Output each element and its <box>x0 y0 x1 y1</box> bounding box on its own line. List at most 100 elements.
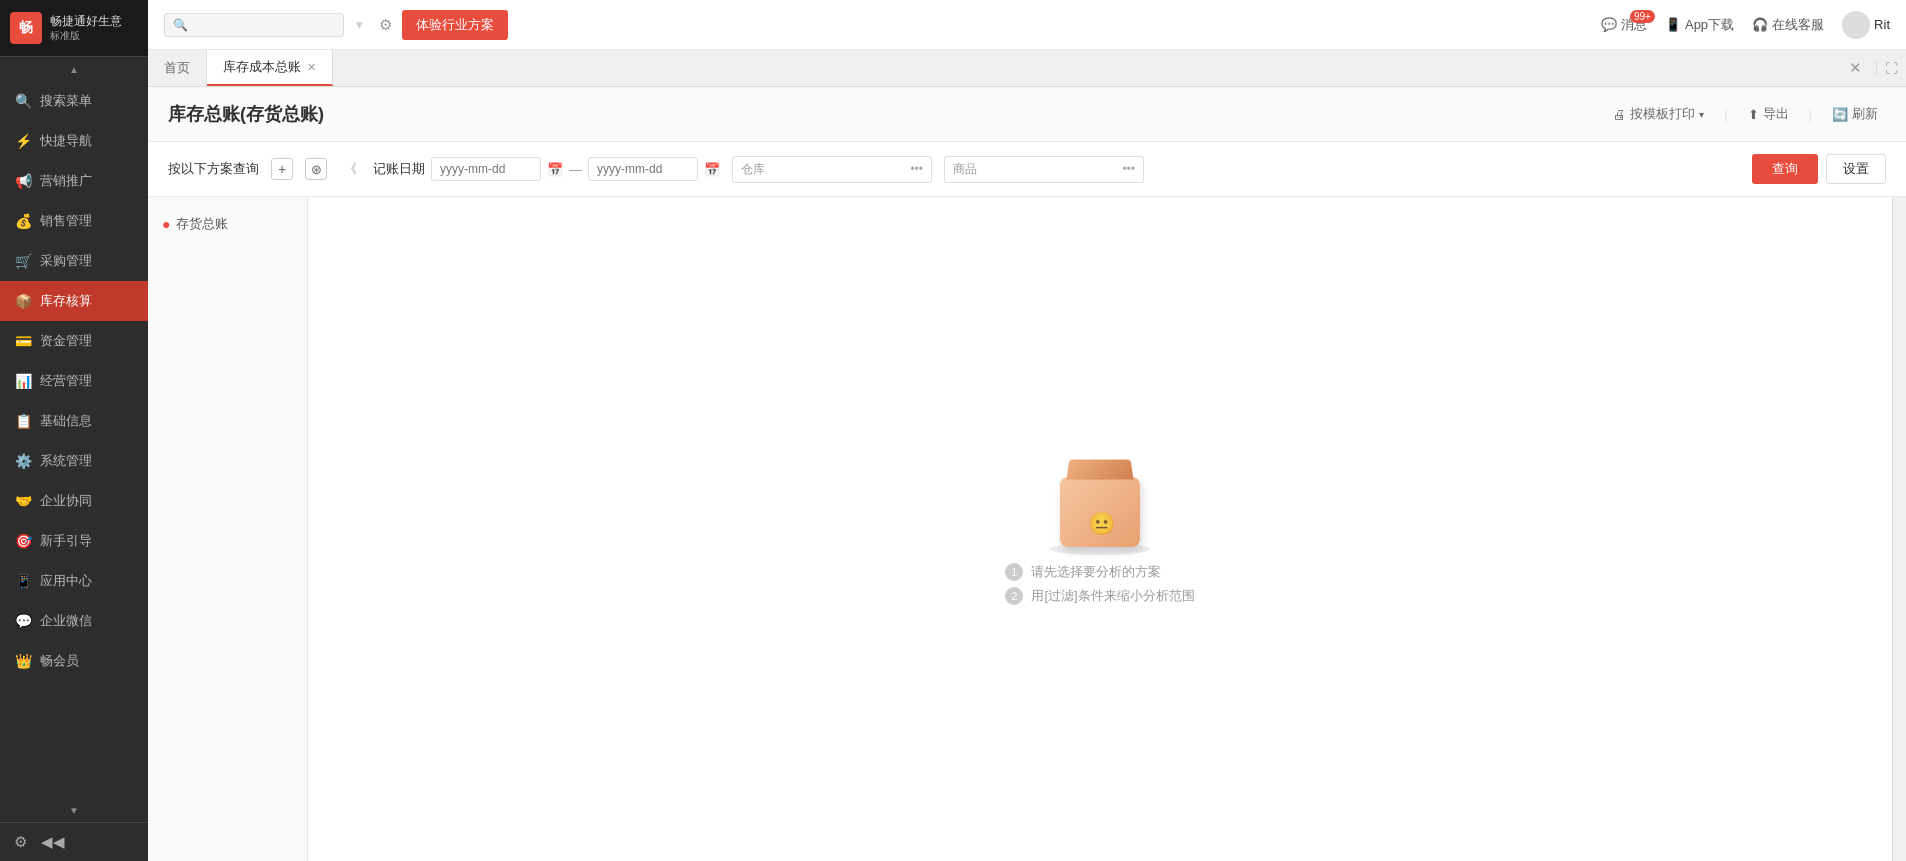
calendar-start-icon[interactable]: 📅 <box>547 162 563 177</box>
date-start-input[interactable] <box>431 157 541 181</box>
sidebar-item-quick-nav[interactable]: ⚡ 快捷导航 <box>0 121 148 161</box>
app-logo-icon: 畅 <box>10 12 42 44</box>
date-end-input[interactable] <box>588 157 698 181</box>
warehouse-select[interactable]: 仓库 ••• <box>732 156 932 183</box>
page-actions: 🖨 按模板打印 ▾ | ⬆ 导出 | 🔄 刷新 <box>1605 101 1886 127</box>
online-support-button[interactable]: 🎧 在线客服 <box>1752 16 1824 34</box>
headset-icon: 🎧 <box>1752 17 1768 32</box>
sidebar-item-enterprise[interactable]: 🤝 企业协同 <box>0 481 148 521</box>
filter-collapse-button[interactable]: 《 <box>339 158 361 180</box>
filter-date-range: 记账日期 📅 — 📅 <box>373 157 720 181</box>
settings-footer-icon[interactable]: ⚙ <box>14 833 27 851</box>
username-label: Rit <box>1874 17 1890 32</box>
app-logo-text: 畅捷通好生意 标准版 <box>50 14 122 43</box>
export-button[interactable]: ⬆ 导出 <box>1740 101 1797 127</box>
content-area: 😐 1 请先选择要分析的方案 2 用[过滤]条件来缩小分析范围 <box>308 197 1892 861</box>
panel-close-icon[interactable]: ✕ <box>1835 59 1876 77</box>
sidebar-scroll-down[interactable]: ▼ <box>0 798 148 822</box>
sidebar-scroll-up[interactable]: ▲ <box>0 57 148 81</box>
capital-icon: 💳 <box>14 333 32 349</box>
warehouse-label: 仓库 <box>741 161 904 178</box>
beginner-icon: 🎯 <box>14 533 32 549</box>
edition-label: 标准版 <box>50 29 122 42</box>
sidebar-nav: 🔍 搜索菜单 ⚡ 快捷导航 📢 营销推广 💰 销售管理 🛒 采购管理 📦 库存核… <box>0 81 148 798</box>
tab-home[interactable]: 首页 <box>148 51 207 85</box>
sidebar-item-system[interactable]: ⚙️ 系统管理 <box>0 441 148 481</box>
vip-icon: 👑 <box>14 653 32 669</box>
user-avatar-area[interactable]: Rit <box>1842 11 1890 39</box>
app-center-icon: 📱 <box>14 573 32 589</box>
query-button[interactable]: 查询 <box>1752 154 1818 184</box>
date-separator: — <box>569 162 582 177</box>
collapse-footer-icon[interactable]: ◀◀ <box>41 833 65 851</box>
calendar-end-icon[interactable]: 📅 <box>704 162 720 177</box>
empty-hint-2: 2 用[过滤]条件来缩小分析范围 <box>1005 587 1194 605</box>
purchase-icon: 🛒 <box>14 253 32 269</box>
right-scrollbar[interactable] <box>1892 197 1906 861</box>
topbar-right: 💬 消息 99+ 📱 App下载 🎧 在线客服 Rit <box>1601 11 1890 39</box>
filter-label: 按以下方案查询 <box>168 160 259 178</box>
filter-area: 按以下方案查询 + ⊛ 《 记账日期 📅 — 📅 仓库 ••• 商品 ••• <box>148 142 1906 197</box>
date-label: 记账日期 <box>373 160 425 178</box>
filter-add-button[interactable]: + <box>271 158 293 180</box>
sidebar-item-marketing[interactable]: 📢 营销推广 <box>0 161 148 201</box>
app-download-button[interactable]: 📱 App下载 <box>1665 16 1734 34</box>
tab-close-icon[interactable]: ✕ <box>307 61 316 74</box>
main-content: 🔍 ▾ ⚙ 体验行业方案 💬 消息 99+ 📱 App下载 🎧 在线客服 Rit <box>148 0 1906 861</box>
empty-state: 😐 1 请先选择要分析的方案 2 用[过滤]条件来缩小分析范围 <box>1005 447 1194 611</box>
topbar-gear-icon[interactable]: ⚙ <box>379 16 392 34</box>
industry-solution-button[interactable]: 体验行业方案 <box>402 10 508 40</box>
sidebar-item-purchase[interactable]: 🛒 采购管理 <box>0 241 148 281</box>
sidebar-item-operations[interactable]: 📊 经营管理 <box>0 361 148 401</box>
scheme-icon: ● <box>162 216 170 232</box>
sidebar: 畅 畅捷通好生意 标准版 ▲ 🔍 搜索菜单 ⚡ 快捷导航 📢 营销推广 💰 销售… <box>0 0 148 861</box>
page-header: 库存总账(存货总账) 🖨 按模板打印 ▾ | ⬆ 导出 | 🔄 刷新 <box>148 87 1906 142</box>
operations-icon: 📊 <box>14 373 32 389</box>
enterprise-icon: 🤝 <box>14 493 32 509</box>
sidebar-item-inventory[interactable]: 📦 库存核算 <box>0 281 148 321</box>
messages-badge: 99+ <box>1630 10 1655 23</box>
search-icon: 🔍 <box>14 93 32 109</box>
basic-info-icon: 📋 <box>14 413 32 429</box>
product-label: 商品 <box>953 161 1116 178</box>
sidebar-item-app-center[interactable]: 📱 应用中心 <box>0 561 148 601</box>
marketing-icon: 📢 <box>14 173 32 189</box>
brand-name: 畅捷通好生意 <box>50 14 122 30</box>
empty-text: 1 请先选择要分析的方案 2 用[过滤]条件来缩小分析范围 <box>1005 563 1194 611</box>
scheme-panel: ● 存货总账 😐 1 请先选择要分析的方案 <box>148 197 1906 861</box>
print-icon: 🖨 <box>1613 107 1626 122</box>
refresh-button[interactable]: 🔄 刷新 <box>1824 101 1886 127</box>
expand-icon[interactable]: ⛶ <box>1876 61 1906 76</box>
inventory-icon: 📦 <box>14 293 32 309</box>
page-title: 库存总账(存货总账) <box>168 102 324 126</box>
print-template-button[interactable]: 🖨 按模板打印 ▾ <box>1605 101 1712 127</box>
filter-scheme-button[interactable]: ⊛ <box>305 158 327 180</box>
topbar-search-area[interactable]: 🔍 <box>164 13 344 37</box>
quick-nav-icon: ⚡ <box>14 133 32 149</box>
avatar <box>1842 11 1870 39</box>
sidebar-item-search[interactable]: 🔍 搜索菜单 <box>0 81 148 121</box>
sidebar-item-capital[interactable]: 💳 资金管理 <box>0 321 148 361</box>
sales-icon: 💰 <box>14 213 32 229</box>
empty-box: 😐 <box>1060 477 1140 547</box>
sidebar-item-vip[interactable]: 👑 畅会员 <box>0 641 148 681</box>
action-divider-2: | <box>1809 107 1812 122</box>
refresh-icon: 🔄 <box>1832 107 1848 122</box>
filter-actions: 查询 设置 <box>1752 154 1886 184</box>
print-dropdown-icon: ▾ <box>1699 109 1704 120</box>
messages-button[interactable]: 💬 消息 99+ <box>1601 16 1647 34</box>
sidebar-footer: ⚙ ◀◀ <box>0 822 148 861</box>
enterprise-wechat-icon: 💬 <box>14 613 32 629</box>
sidebar-item-beginner[interactable]: 🎯 新手引导 <box>0 521 148 561</box>
tab-inventory-cost[interactable]: 库存成本总账 ✕ <box>207 50 333 86</box>
settings-button[interactable]: 设置 <box>1826 154 1886 184</box>
sidebar-item-enterprise-wechat[interactable]: 💬 企业微信 <box>0 601 148 641</box>
empty-hint-1: 1 请先选择要分析的方案 <box>1005 563 1194 581</box>
sidebar-item-sales[interactable]: 💰 销售管理 <box>0 201 148 241</box>
empty-illustration: 😐 <box>1040 447 1160 547</box>
product-select[interactable]: 商品 ••• <box>944 156 1144 183</box>
sidebar-item-basic-info[interactable]: 📋 基础信息 <box>0 401 148 441</box>
action-divider-1: | <box>1724 107 1727 122</box>
page: 库存总账(存货总账) 🖨 按模板打印 ▾ | ⬆ 导出 | 🔄 刷新 <box>148 87 1906 861</box>
scheme-item-inventory-ledger[interactable]: ● 存货总账 <box>148 207 307 241</box>
